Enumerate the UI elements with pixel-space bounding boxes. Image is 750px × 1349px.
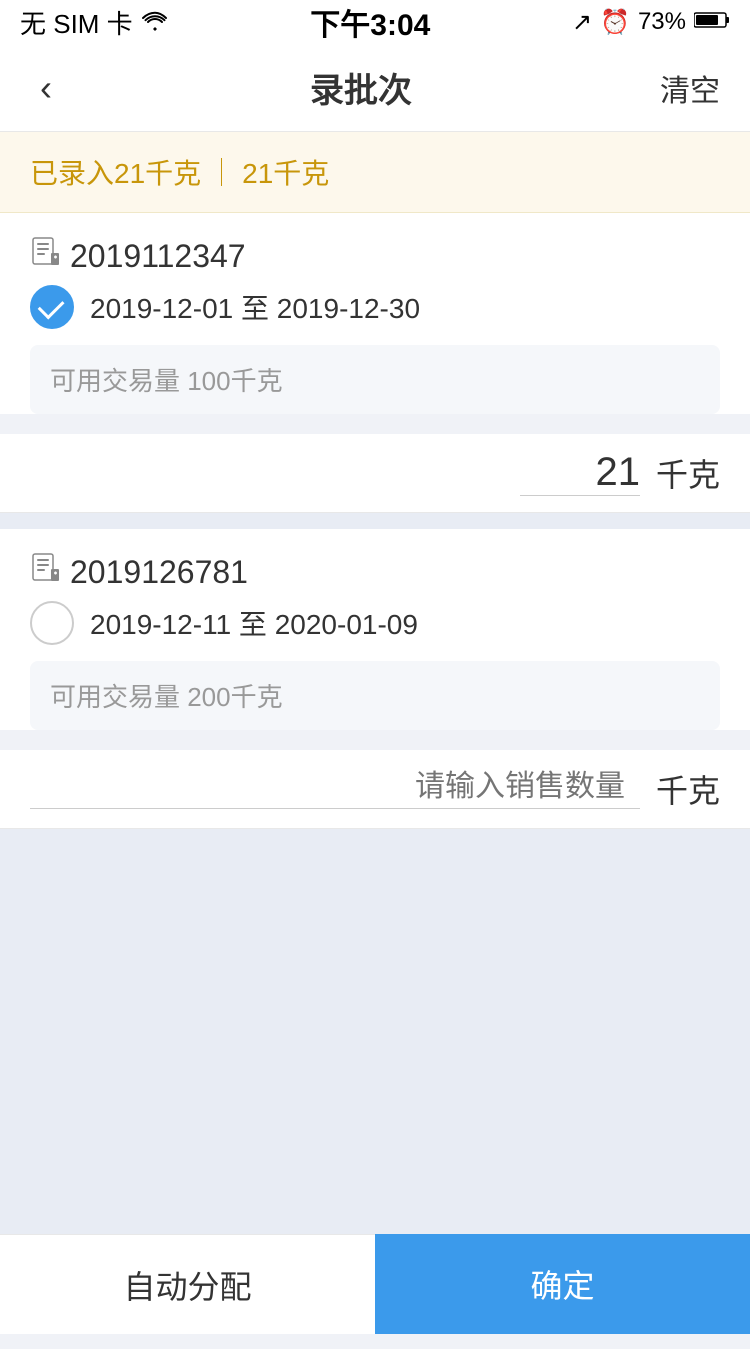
no-sim-text: 无 SIM 卡 [20,4,133,41]
batch-2-input-row[interactable]: 千克 [0,750,750,829]
bottom-bar: 自动分配 确定 [0,1234,750,1334]
location-icon: ↗ [572,8,592,37]
info-divider [221,158,222,186]
batch-1-header: 2019112347 [30,237,720,275]
section-gap [0,513,750,529]
batch-2-date-row[interactable]: 2019-12-11 至 2020-01-09 [30,601,720,645]
empty-area [0,829,750,1249]
confirm-button[interactable]: 确定 [375,1234,750,1334]
page-title: 录批次 [310,63,412,112]
batch-1-date-row[interactable]: 2019-12-01 至 2019-12-30 [30,285,720,329]
batch-1-quantity-row: 21 千克 [0,434,750,513]
back-button[interactable]: ‹ [30,57,62,119]
batch-2-avail-box: 可用交易量 200千克 [30,661,720,730]
batch-2-id: 2019126781 [70,554,248,591]
status-time: 下午3:04 [310,0,430,44]
wifi-icon [141,7,169,38]
nav-bar: ‹ 录批次 清空 [0,44,750,132]
info-bar: 已录入21千克 21千克 [0,132,750,213]
batch-2-unit: 千克 [656,766,720,812]
batch-1-avail: 可用交易量 100千克 [50,366,283,396]
batch-2-input-underline[interactable] [30,770,640,809]
auto-distribute-button[interactable]: 自动分配 [0,1234,375,1334]
batch-1-date: 2019-12-01 至 2019-12-30 [90,287,420,327]
batch-item-1: 2019112347 2019-12-01 至 2019-12-30 可用交易量… [0,213,750,414]
batch-2-radio[interactable] [30,601,74,645]
alarm-icon: ⏰ [600,8,630,37]
clear-button[interactable]: 清空 [660,66,720,110]
info-value: 21千克 [242,152,329,192]
batch-2-date: 2019-12-11 至 2020-01-09 [90,603,418,643]
batch-2-header: 2019126781 [30,553,720,591]
content-area: 已录入21千克 21千克 2019112347 2019-12-01 至 2 [0,132,750,1349]
batch-2-doc-icon [30,553,60,591]
battery-text: 73% [638,8,686,36]
batch-2-avail: 可用交易量 200千克 [50,682,283,712]
status-left: 无 SIM 卡 [20,4,169,41]
batch-1-quantity-value: 21 [595,450,640,494]
batch-1-unit: 千克 [656,450,720,496]
battery-icon [694,8,730,36]
batch-1-quantity-underline: 21 [520,450,640,496]
batch-1-doc-icon [30,237,60,275]
batch-2-quantity-input[interactable] [30,770,640,804]
status-right: ↗ ⏰ 73% [572,8,730,37]
batch-1-radio[interactable] [30,285,74,329]
status-bar: 无 SIM 卡 下午3:04 ↗ ⏰ 73% [0,0,750,44]
batch-1-avail-box: 可用交易量 100千克 [30,345,720,414]
batch-1-id: 2019112347 [70,238,246,275]
batch-item-2: 2019126781 2019-12-11 至 2020-01-09 可用交易量… [0,529,750,730]
info-label: 已录入21千克 [30,152,201,192]
